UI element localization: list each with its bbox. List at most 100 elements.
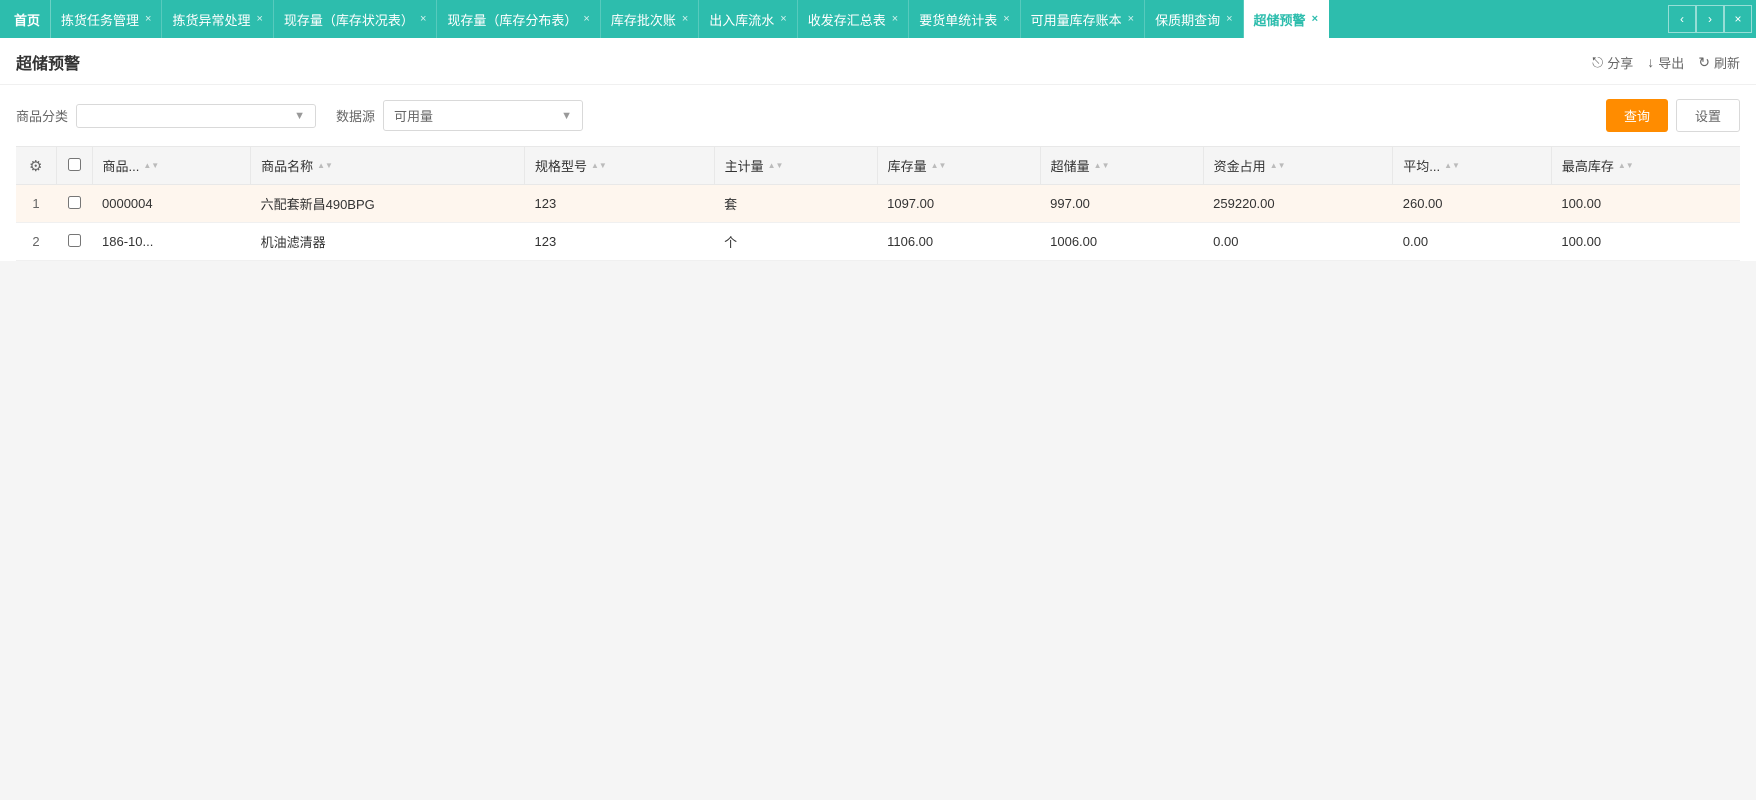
- sort-product-code-icon: ▲▼: [143, 162, 159, 170]
- cell-product-name: 机油滤清器: [251, 223, 525, 261]
- close-pick-task[interactable]: ×: [145, 13, 151, 25]
- nav-stock-dist[interactable]: 现存量（库存分布表） ×: [437, 0, 600, 38]
- nav-receive-summary[interactable]: 收发存汇总表 ×: [798, 0, 909, 38]
- close-batch-account[interactable]: ×: [682, 13, 688, 25]
- table-row: 2 186-10... 机油滤清器 123 个 1106.00 1006.00 …: [16, 223, 1740, 261]
- close-stock-status[interactable]: ×: [420, 13, 426, 25]
- close-pick-exception[interactable]: ×: [256, 13, 262, 25]
- sort-spec-icon: ▲▼: [591, 162, 607, 170]
- cell-avg: 260.00: [1393, 185, 1552, 223]
- table-settings-icon[interactable]: ⚙: [29, 157, 42, 175]
- share-icon: ⎋: [1592, 54, 1603, 71]
- datasource-value: 可用量: [394, 106, 433, 125]
- sort-overstock-icon: ▲▼: [1094, 162, 1110, 170]
- export-button[interactable]: ↓ 导出: [1647, 53, 1684, 72]
- data-table: ⚙ 商品... ▲▼ 商品名称: [16, 146, 1740, 261]
- th-product-code[interactable]: 商品... ▲▼: [92, 147, 251, 185]
- cell-spec: 123: [525, 185, 715, 223]
- close-stock-dist[interactable]: ×: [583, 13, 589, 25]
- page-header: 超储预警 ⎋ 分享 ↓ 导出 ↻ 刷新: [0, 38, 1756, 85]
- row-checkbox-cell: [56, 185, 92, 223]
- nav-pick-exception[interactable]: 拣货异常处理 ×: [162, 0, 273, 38]
- th-max-stock[interactable]: 最高库存 ▲▼: [1551, 147, 1740, 185]
- share-button[interactable]: ⎋ 分享: [1592, 53, 1633, 72]
- nav-pick-task[interactable]: 拣货任务管理 ×: [51, 0, 162, 38]
- close-shelf-life[interactable]: ×: [1226, 13, 1232, 25]
- nav-close-arrow[interactable]: ×: [1724, 5, 1752, 33]
- cell-avg: 0.00: [1393, 223, 1552, 261]
- datasource-select[interactable]: 可用量 ▼: [383, 100, 583, 131]
- query-button[interactable]: 查询: [1606, 99, 1668, 132]
- cell-max-stock: 100.00: [1551, 223, 1740, 261]
- row-index: 1: [16, 185, 56, 223]
- cell-capital: 0.00: [1203, 223, 1393, 261]
- export-icon: ↓: [1647, 54, 1654, 70]
- table-body: 1 0000004 六配套新昌490BPG 123 套 1097.00 997.…: [16, 185, 1740, 261]
- topbar-nav-arrows: ‹ › ×: [1668, 5, 1752, 33]
- th-stock[interactable]: 库存量 ▲▼: [877, 147, 1040, 185]
- table-header-row: ⚙ 商品... ▲▼ 商品名称: [16, 147, 1740, 185]
- row-checkbox-cell: [56, 223, 92, 261]
- topbar: 首页 拣货任务管理 × 拣货异常处理 × 现存量（库存状况表） × 现存量（库存…: [0, 0, 1756, 38]
- nav-batch-account[interactable]: 库存批次账 ×: [601, 0, 699, 38]
- category-filter: 商品分类 ▼: [16, 104, 316, 128]
- close-order-stats[interactable]: ×: [1003, 13, 1009, 25]
- cell-spec: 123: [525, 223, 715, 261]
- sort-max-stock-icon: ▲▼: [1618, 162, 1634, 170]
- cell-product-name: 六配套新昌490BPG: [251, 185, 525, 223]
- settings-button[interactable]: 设置: [1676, 99, 1740, 132]
- nav-stock-status[interactable]: 现存量（库存状况表） ×: [274, 0, 437, 38]
- filter-actions: 查询 设置: [1606, 99, 1740, 132]
- cell-unit: 套: [714, 185, 877, 223]
- cell-overstock: 997.00: [1040, 185, 1203, 223]
- close-available-account[interactable]: ×: [1128, 13, 1134, 25]
- row-checkbox[interactable]: [68, 196, 81, 209]
- cell-stock: 1097.00: [877, 185, 1040, 223]
- nav-shelf-life[interactable]: 保质期查询 ×: [1145, 0, 1243, 38]
- th-overstock[interactable]: 超储量 ▲▼: [1040, 147, 1203, 185]
- cell-product-code: 186-10...: [92, 223, 251, 261]
- nav-overstock[interactable]: 超储预警 ×: [1244, 0, 1329, 38]
- nav-available-account[interactable]: 可用量库存账本 ×: [1021, 0, 1145, 38]
- cell-product-code: 0000004: [92, 185, 251, 223]
- nav-home[interactable]: 首页: [4, 0, 51, 38]
- th-unit[interactable]: 主计量 ▲▼: [714, 147, 877, 185]
- category-arrow-icon: ▼: [294, 110, 305, 122]
- refresh-icon: ↻: [1698, 54, 1710, 71]
- table-row: 1 0000004 六配套新昌490BPG 123 套 1097.00 997.…: [16, 185, 1740, 223]
- filter-bar: 商品分类 ▼ 数据源 可用量 ▼ 查询 设置: [0, 85, 1756, 146]
- th-avg[interactable]: 平均... ▲▼: [1393, 147, 1552, 185]
- category-select[interactable]: ▼: [76, 104, 316, 128]
- cell-stock: 1106.00: [877, 223, 1040, 261]
- datasource-filter: 数据源 可用量 ▼: [336, 100, 583, 131]
- cell-capital: 259220.00: [1203, 185, 1393, 223]
- th-checkbox: [56, 147, 92, 185]
- sort-stock-icon: ▲▼: [931, 162, 947, 170]
- row-checkbox[interactable]: [68, 234, 81, 247]
- sort-avg-icon: ▲▼: [1444, 162, 1460, 170]
- sort-unit-icon: ▲▼: [768, 162, 784, 170]
- page-title: 超储预警: [16, 50, 80, 74]
- row-index: 2: [16, 223, 56, 261]
- cell-overstock: 1006.00: [1040, 223, 1203, 261]
- table-container: ⚙ 商品... ▲▼ 商品名称: [0, 146, 1756, 261]
- category-label: 商品分类: [16, 106, 68, 125]
- sort-product-name-icon: ▲▼: [317, 162, 333, 170]
- header-actions: ⎋ 分享 ↓ 导出 ↻ 刷新: [1592, 53, 1740, 72]
- datasource-arrow-icon: ▼: [561, 110, 572, 122]
- th-spec[interactable]: 规格型号 ▲▼: [525, 147, 715, 185]
- cell-unit: 个: [714, 223, 877, 261]
- nav-order-stats[interactable]: 要货单统计表 ×: [909, 0, 1020, 38]
- nav-prev-arrow[interactable]: ‹: [1668, 5, 1696, 33]
- nav-inout-flow[interactable]: 出入库流水 ×: [699, 0, 797, 38]
- th-product-name[interactable]: 商品名称 ▲▼: [251, 147, 525, 185]
- close-overstock[interactable]: ×: [1312, 13, 1318, 25]
- page-container: 超储预警 ⎋ 分享 ↓ 导出 ↻ 刷新 商品分类 ▼ 数据源: [0, 38, 1756, 261]
- cell-max-stock: 100.00: [1551, 185, 1740, 223]
- refresh-button[interactable]: ↻ 刷新: [1698, 53, 1740, 72]
- th-capital[interactable]: 资金占用 ▲▼: [1203, 147, 1393, 185]
- nav-next-arrow[interactable]: ›: [1696, 5, 1724, 33]
- select-all-checkbox[interactable]: [68, 158, 81, 171]
- close-receive-summary[interactable]: ×: [892, 13, 898, 25]
- close-inout-flow[interactable]: ×: [780, 13, 786, 25]
